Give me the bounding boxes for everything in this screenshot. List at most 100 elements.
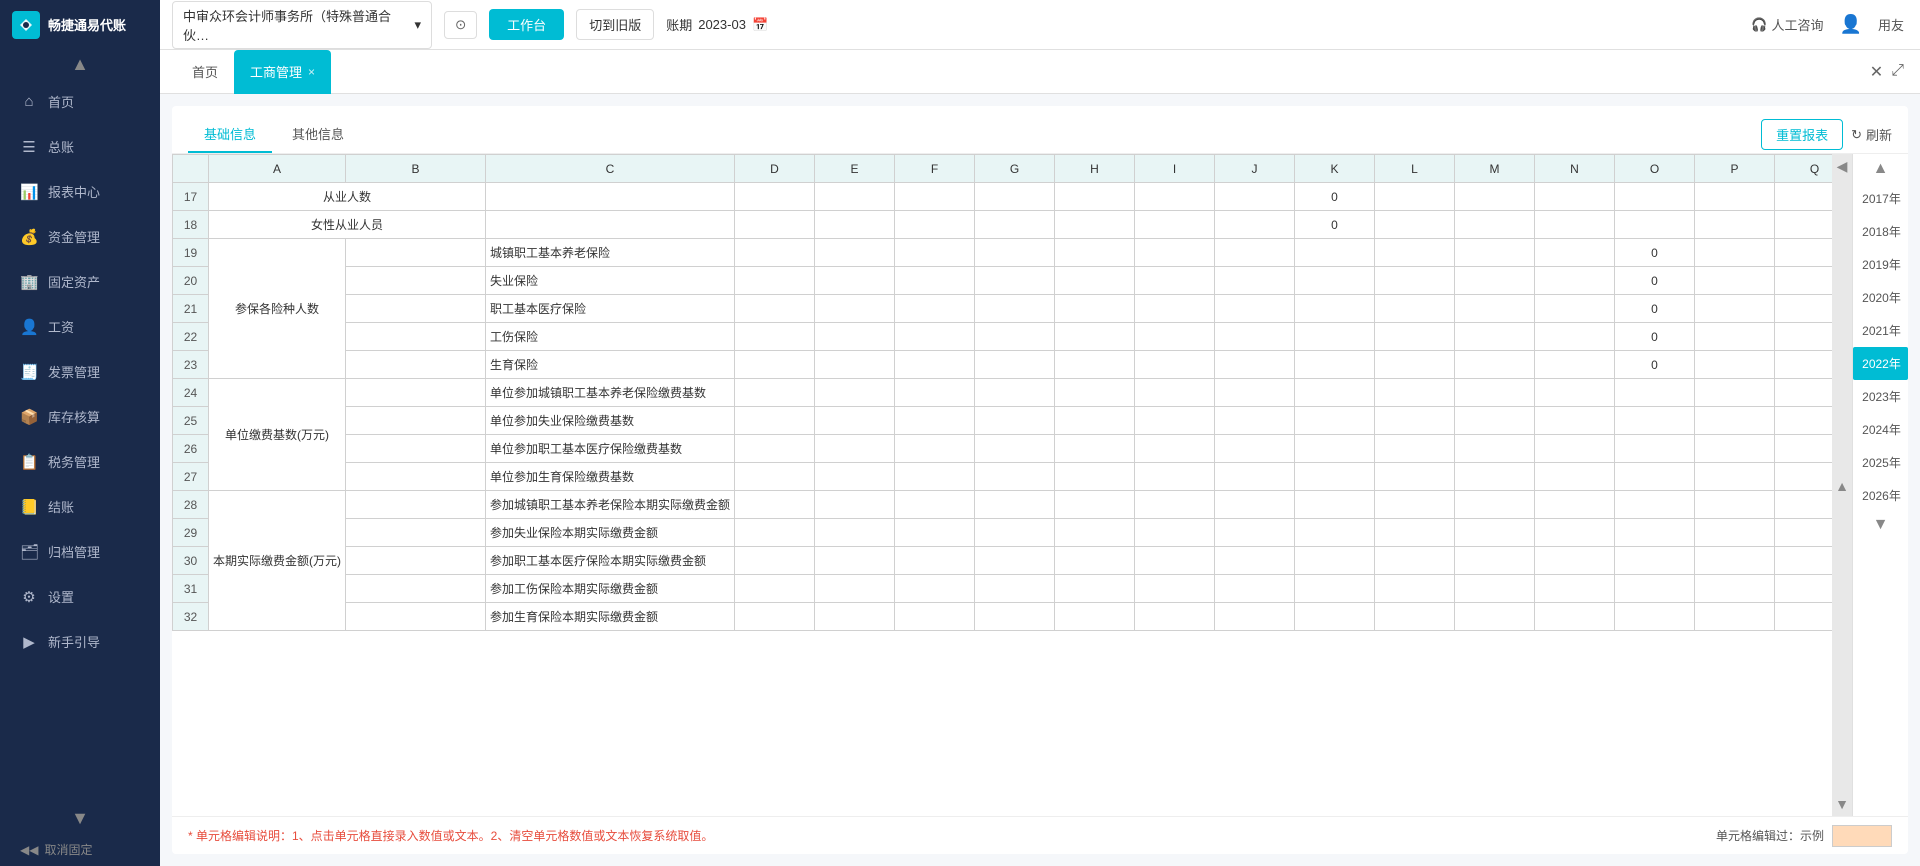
cell-21-q[interactable] (1775, 295, 1832, 323)
cell-22-b[interactable] (346, 323, 486, 351)
cell-23-d[interactable] (735, 351, 815, 379)
cell-17-a[interactable]: 从业人数 (209, 183, 486, 211)
cell-20-k[interactable] (1295, 267, 1375, 295)
cell-18-e[interactable] (815, 211, 895, 239)
cell-20-h[interactable] (1055, 267, 1135, 295)
cell-31-c[interactable]: 参加工伤保险本期实际缴费金额 (486, 575, 735, 603)
cell-17-f[interactable] (895, 183, 975, 211)
workbench-button[interactable]: 工作台 (489, 9, 564, 40)
cell-20-c[interactable]: 失业保险 (486, 267, 735, 295)
cell-22-p[interactable] (1695, 323, 1775, 351)
cell-28-c[interactable]: 参加城镇职工基本养老保险本期实际缴费金额 (486, 491, 735, 519)
cell-24-c[interactable]: 单位参加城镇职工基本养老保险缴费基数 (486, 379, 735, 407)
cell-23-e[interactable] (815, 351, 895, 379)
cell-19-f[interactable] (895, 239, 975, 267)
cell-21-b[interactable] (346, 295, 486, 323)
cell-19-l[interactable] (1375, 239, 1455, 267)
pin-button[interactable]: ◀◀ 取消固定 (0, 833, 160, 866)
cell-17-c[interactable] (486, 183, 735, 211)
cell-22-e[interactable] (815, 323, 895, 351)
cell-21-i[interactable] (1135, 295, 1215, 323)
cell-20-n[interactable] (1535, 267, 1615, 295)
year-item-2022[interactable]: 2022年 (1853, 347, 1908, 380)
sidebar-item-invoice[interactable]: 🧾 发票管理 (0, 349, 160, 394)
cell-22-m[interactable] (1455, 323, 1535, 351)
year-nav-down[interactable]: ▼ (1869, 512, 1893, 538)
cell-29-c[interactable]: 参加失业保险本期实际缴费金额 (486, 519, 735, 547)
cell-19-h[interactable] (1055, 239, 1135, 267)
cell-18-o[interactable] (1615, 211, 1695, 239)
calendar-icon[interactable]: 📅 (752, 17, 768, 33)
cell-20-i[interactable] (1135, 267, 1215, 295)
cell-23-l[interactable] (1375, 351, 1455, 379)
cell-18-n[interactable] (1535, 211, 1615, 239)
cell-22-o[interactable]: 0 (1615, 323, 1695, 351)
cell-17-n[interactable] (1535, 183, 1615, 211)
edge-down-icon[interactable]: ▼ (1835, 796, 1849, 812)
cell-18-g[interactable] (975, 211, 1055, 239)
cell-17-p[interactable] (1695, 183, 1775, 211)
cell-17-k[interactable]: 0 (1295, 183, 1375, 211)
cell-21-k[interactable] (1295, 295, 1375, 323)
cell-21-o[interactable]: 0 (1615, 295, 1695, 323)
cell-20-o[interactable]: 0 (1615, 267, 1695, 295)
year-item-2018[interactable]: 2018年 (1853, 215, 1908, 248)
cell-21-m[interactable] (1455, 295, 1535, 323)
sheet-container[interactable]: A B C D E F G H I J (172, 154, 1832, 816)
cell-18-j[interactable] (1215, 211, 1295, 239)
cell-19-e[interactable] (815, 239, 895, 267)
sidebar-item-settlement[interactable]: 📒 结账 (0, 484, 160, 529)
sidebar-item-archive[interactable]: 🗂 归档管理 (0, 529, 160, 574)
cell-17-h[interactable] (1055, 183, 1135, 211)
expand-icon[interactable]: ⤢ (1891, 62, 1904, 82)
cell-18-m[interactable] (1455, 211, 1535, 239)
cell-19-o[interactable]: 0 (1615, 239, 1695, 267)
cell-21-c[interactable]: 职工基本医疗保险 (486, 295, 735, 323)
year-item-2021[interactable]: 2021年 (1853, 314, 1908, 347)
cell-19-m[interactable] (1455, 239, 1535, 267)
cell-18-h[interactable] (1055, 211, 1135, 239)
cell-19-b[interactable] (346, 239, 486, 267)
cell-20-b[interactable] (346, 267, 486, 295)
cell-24-a[interactable]: 单位缴费基数(万元) (209, 379, 346, 491)
cell-18-a[interactable]: 女性从业人员 (209, 211, 486, 239)
cell-20-e[interactable] (815, 267, 895, 295)
cell-21-f[interactable] (895, 295, 975, 323)
sidebar-item-tax[interactable]: 📋 税务管理 (0, 439, 160, 484)
sidebar-item-home[interactable]: ⌂ 首页 (0, 79, 160, 124)
cell-21-j[interactable] (1215, 295, 1295, 323)
year-item-2020[interactable]: 2020年 (1853, 281, 1908, 314)
cell-18-c[interactable] (486, 211, 735, 239)
sidebar-item-payroll[interactable]: 👤 工资 (0, 304, 160, 349)
year-item-2023[interactable]: 2023年 (1853, 380, 1908, 413)
cell-18-k[interactable]: 0 (1295, 211, 1375, 239)
cell-17-j[interactable] (1215, 183, 1295, 211)
cell-23-c[interactable]: 生育保险 (486, 351, 735, 379)
cell-19-k[interactable] (1295, 239, 1375, 267)
cell-21-h[interactable] (1055, 295, 1135, 323)
cell-24-b[interactable] (346, 379, 486, 407)
cell-20-j[interactable] (1215, 267, 1295, 295)
cell-30-c[interactable]: 参加职工基本医疗保险本期实际缴费金额 (486, 547, 735, 575)
cell-31-b[interactable] (346, 575, 486, 603)
cell-23-p[interactable] (1695, 351, 1775, 379)
cell-23-n[interactable] (1535, 351, 1615, 379)
sidebar-item-reports[interactable]: 📊 报表中心 (0, 169, 160, 214)
cell-20-p[interactable] (1695, 267, 1775, 295)
cell-25-c[interactable]: 单位参加失业保险缴费基数 (486, 407, 735, 435)
cell-17-i[interactable] (1135, 183, 1215, 211)
cell-23-m[interactable] (1455, 351, 1535, 379)
cell-23-b[interactable] (346, 351, 486, 379)
cell-21-g[interactable] (975, 295, 1055, 323)
cell-17-e[interactable] (815, 183, 895, 211)
switch-version-button[interactable]: 切到旧版 (576, 9, 654, 40)
cell-27-c[interactable]: 单位参加生育保险缴费基数 (486, 463, 735, 491)
cell-32-c[interactable]: 参加生育保险本期实际缴费金额 (486, 603, 735, 631)
cell-22-i[interactable] (1135, 323, 1215, 351)
cell-28-b[interactable] (346, 491, 486, 519)
cell-22-f[interactable] (895, 323, 975, 351)
sub-tab-other[interactable]: 其他信息 (276, 116, 360, 153)
year-item-2025[interactable]: 2025年 (1853, 446, 1908, 479)
cell-22-n[interactable] (1535, 323, 1615, 351)
edge-up-icon[interactable]: ▲ (1835, 478, 1849, 494)
